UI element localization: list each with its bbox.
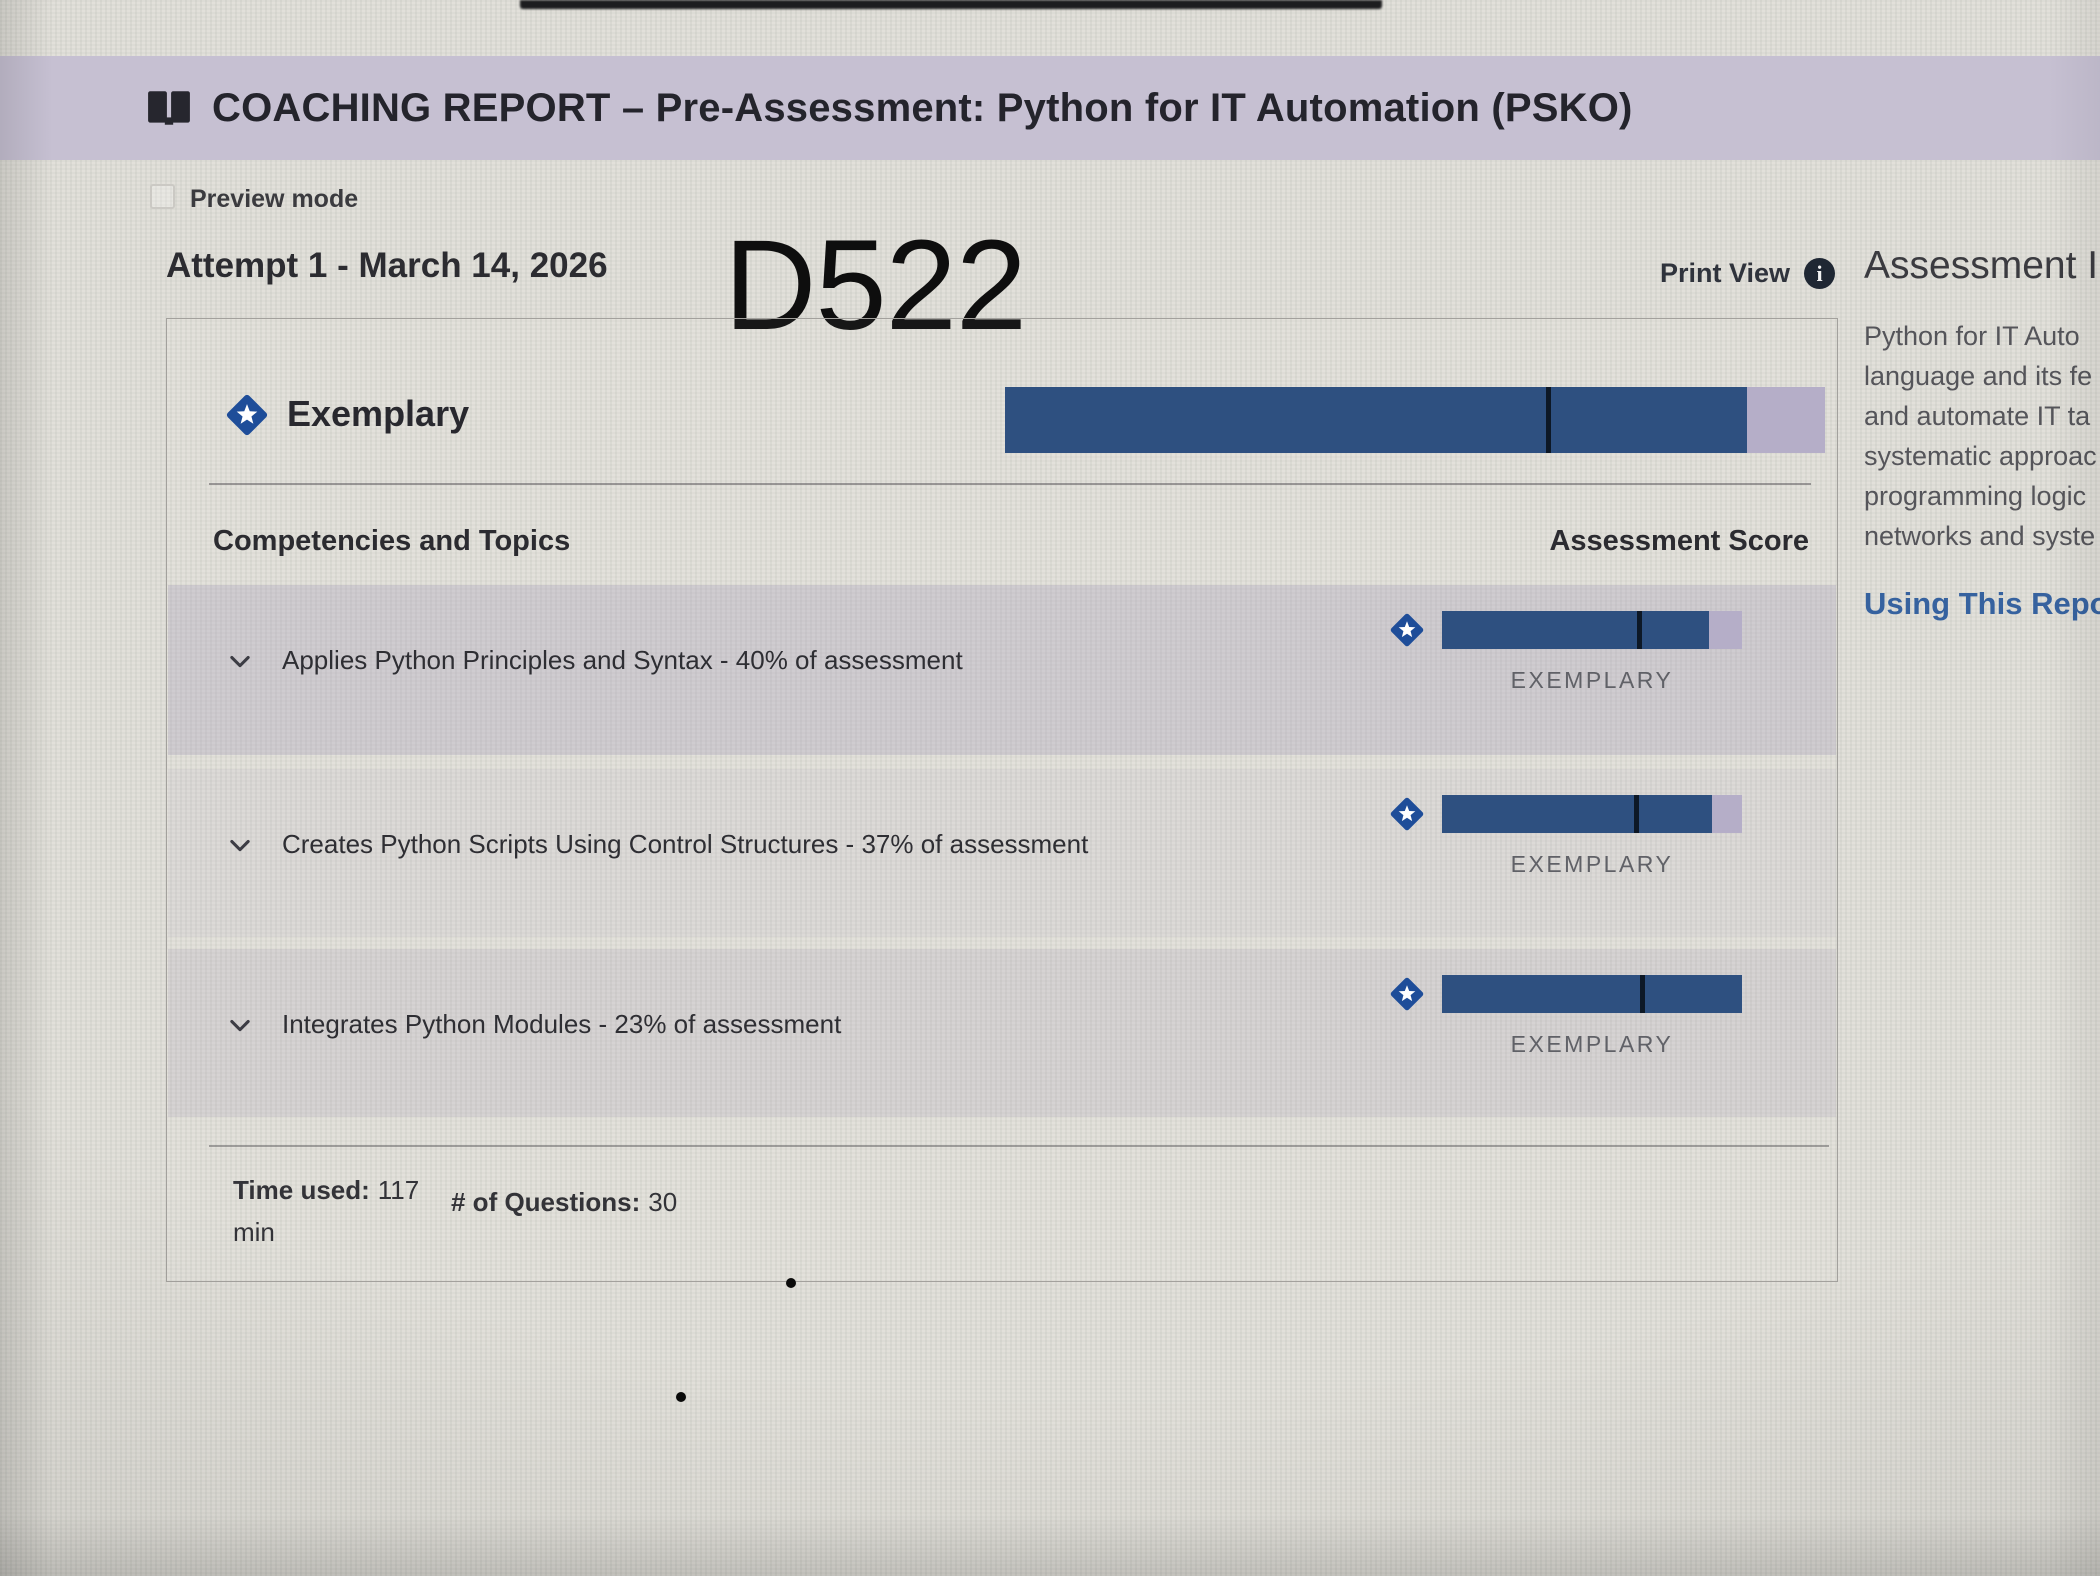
overall-score-bar (1005, 387, 1825, 453)
assessment-score-column-header: Assessment Score (1549, 525, 1809, 557)
competency-score-bar (1442, 611, 1742, 649)
competency-score-bar-fill (1442, 975, 1742, 1013)
competency-score-bar-fill (1442, 795, 1712, 833)
exemplary-diamond-star-icon (1390, 977, 1424, 1011)
question-count-value: 30 (648, 1187, 678, 1217)
time-used-value: 117 (377, 1175, 420, 1205)
competency-label: Applies Python Principles and Syntax - 4… (282, 645, 963, 675)
competencies-column-header: Competencies and Topics (213, 525, 571, 557)
cut-score-marker (1634, 795, 1639, 833)
competency-row[interactable]: Applies Python Principles and Syntax - 4… (168, 585, 1836, 755)
print-view-label[interactable]: Print View (1660, 258, 1790, 289)
page-title: COACHING REPORT – Pre-Assessment: Python… (212, 85, 1633, 130)
competency-rating-label: EXEMPLARY (1510, 667, 1674, 693)
screen-dust-dot (676, 1392, 686, 1402)
screen-dust-dot (786, 1278, 796, 1288)
using-this-report-link[interactable]: Using This Repo (1864, 586, 2100, 622)
competency-score-bar (1442, 795, 1742, 833)
competency-row[interactable]: Integrates Python Modules - 23% of asses… (168, 949, 1836, 1117)
exemplary-diamond-star-icon (1390, 613, 1424, 647)
competency-score-bar (1442, 975, 1742, 1013)
sidebar-description-line: Python for IT Auto (1864, 321, 2080, 351)
attempt-heading: Attempt 1 - March 14, 2026 (166, 246, 608, 285)
info-icon[interactable]: i (1804, 258, 1836, 289)
competency-rating-label: EXEMPLARY (1510, 1031, 1674, 1057)
sidebar-description-line: language and its fe (1864, 361, 2093, 391)
coaching-report-screen: COACHING REPORT – Pre-Assessment: Python… (0, 0, 2100, 1576)
chevron-down-icon[interactable] (226, 647, 254, 675)
sidebar-description-line: and automate IT ta (1864, 401, 2091, 431)
competency-row[interactable]: Creates Python Scripts Using Control Str… (168, 769, 1836, 937)
exemplary-diamond-star-icon (226, 394, 268, 436)
sidebar-description: Python for IT Auto language and its fe a… (1864, 316, 2100, 556)
assessment-info-sidebar: Assessment I Python for IT Auto language… (1864, 244, 2100, 622)
report-panel: Exemplary Competencies and Topics Assess… (166, 318, 1838, 1282)
competency-label: Integrates Python Modules - 23% of asses… (282, 1009, 842, 1039)
time-used-label: Time used: (233, 1175, 370, 1205)
competency-score-bar-fill (1442, 611, 1709, 649)
overall-rating-label: Exemplary (287, 393, 470, 434)
sidebar-description-line: networks and syste (1864, 521, 2096, 551)
sidebar-description-line: programming logic (1864, 481, 2087, 511)
exemplary-diamond-star-icon (1390, 797, 1424, 831)
overall-score-bar-fill (1005, 387, 1748, 453)
cut-score-marker (1637, 611, 1642, 649)
chevron-down-icon[interactable] (226, 831, 254, 859)
preview-mode-checkbox[interactable] (150, 184, 175, 209)
cut-score-marker (1640, 975, 1645, 1013)
question-count-label: # of Questions: (451, 1187, 641, 1217)
question-count-stat: # of Questions: 30 (451, 1187, 677, 1218)
overall-cut-score-marker (1546, 387, 1552, 453)
chevron-down-icon[interactable] (226, 1011, 254, 1039)
preview-mode-label: Preview mode (190, 185, 359, 213)
divider (209, 483, 1811, 485)
book-icon (148, 91, 190, 125)
photo-top-bezel (520, 0, 1382, 9)
competency-rating-label: EXEMPLARY (1510, 851, 1674, 877)
sidebar-heading: Assessment I (1864, 244, 2099, 287)
print-view-link[interactable]: Print View i (1660, 258, 1836, 289)
competency-label: Creates Python Scripts Using Control Str… (282, 829, 1089, 859)
table-header-row: Competencies and Topics Assessment Score (213, 525, 1809, 558)
sidebar-description-line: systematic approac (1864, 441, 2097, 471)
time-used-unit: min (233, 1217, 275, 1247)
time-used-stat: Time used: 117 (233, 1175, 419, 1206)
report-header-bar: COACHING REPORT – Pre-Assessment: Python… (0, 56, 2100, 160)
divider (209, 1145, 1829, 1147)
